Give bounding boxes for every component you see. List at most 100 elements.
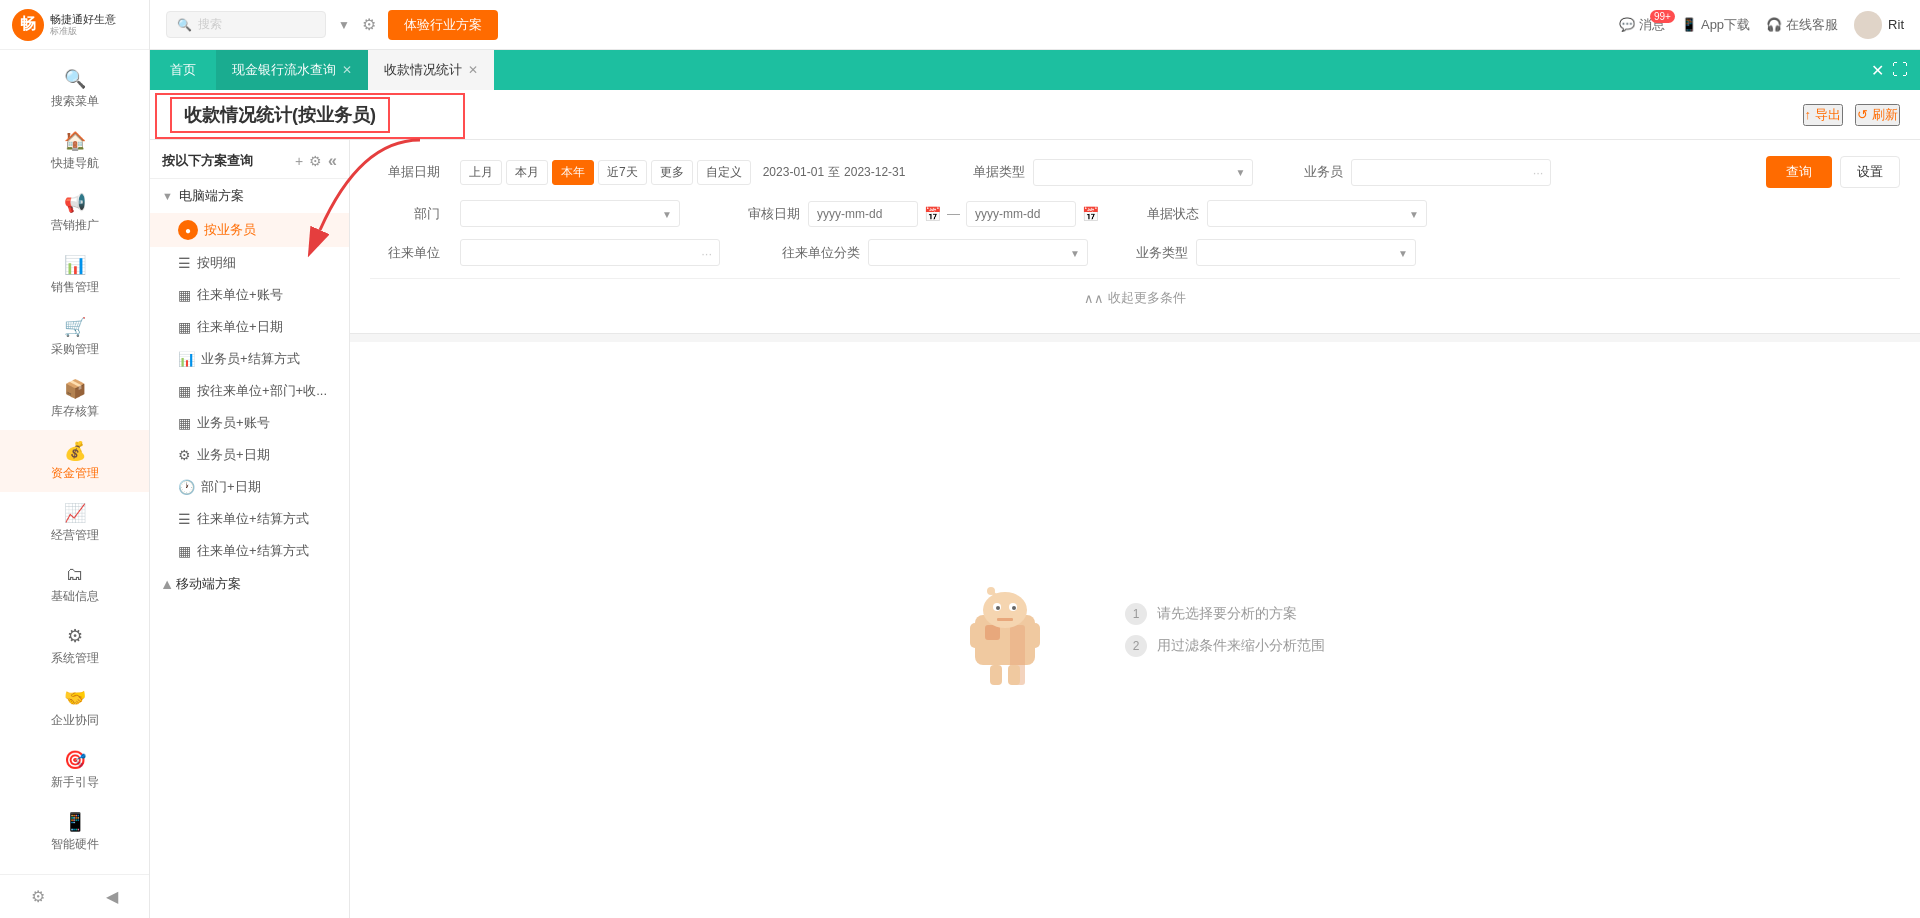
svg-rect-5 (990, 665, 1002, 685)
phone-icon: 📱 (1681, 17, 1697, 32)
sidebar-item-hardware[interactable]: 📱 智能硬件 (0, 801, 149, 863)
scheme-item-unit-account[interactable]: ▦ 往来单位+账号 (150, 279, 349, 311)
topbar-search-box[interactable]: 🔍 搜索 (166, 11, 326, 38)
unit-type-select[interactable] (868, 239, 1088, 266)
sidebar-item-guide[interactable]: 🎯 新手引导 (0, 739, 149, 801)
sidebar-item-marketing[interactable]: 📢 营销推广 (0, 182, 149, 244)
expand-arrow-icon: ▼ (162, 190, 173, 202)
filter-settings-button[interactable]: 设置 (1840, 156, 1900, 188)
date-btn-this-month[interactable]: 本月 (506, 160, 548, 185)
doc-status-select-wrapper (1207, 200, 1427, 227)
sidebar-item-search[interactable]: 🔍 搜索菜单 (0, 58, 149, 120)
date-btn-custom[interactable]: 自定义 (697, 160, 751, 185)
scheme-item-salesman-date[interactable]: ⚙ 业务员+日期 (150, 439, 349, 471)
salesman-input[interactable] (1351, 159, 1551, 186)
doc-type-select[interactable] (1033, 159, 1253, 186)
scheme-item-by-detail[interactable]: ☰ 按明细 (150, 247, 349, 279)
settings-icon: ⚙ (178, 447, 191, 463)
list-icon: ☰ (178, 255, 191, 271)
scheme-item-salesman-account[interactable]: ▦ 业务员+账号 (150, 407, 349, 439)
sidebar-item-basic[interactable]: 🗂 基础信息 (0, 554, 149, 615)
sidebar-collapse-btn[interactable]: ◀ (106, 887, 118, 906)
salesman-group: 业务员 ··· (1293, 159, 1551, 186)
sidebar-item-finance[interactable]: 💰 资金管理 (0, 430, 149, 492)
logo-area: 畅 畅捷通好生意 标准版 (0, 0, 149, 50)
doc-status-select[interactable] (1207, 200, 1427, 227)
dropdown-arrow-icon[interactable]: ▼ (338, 18, 350, 32)
salesman-more-icon[interactable]: ··· (1533, 165, 1544, 180)
sidebar-item-quick-nav[interactable]: 🏠 快捷导航 (0, 120, 149, 182)
sidebar-item-system[interactable]: ⚙ 系统管理 (0, 615, 149, 677)
collapse-icon: ∧∧ (1084, 291, 1104, 306)
unit-input[interactable] (460, 239, 720, 266)
tab-close-bank-flow[interactable]: ✕ (342, 63, 352, 77)
query-buttons: 查询 设置 (1766, 156, 1900, 188)
scheme-item-unit-settle2[interactable]: ▦ 往来单位+结算方式 (150, 535, 349, 567)
online-service-button[interactable]: 🎧 在线客服 (1766, 16, 1838, 34)
scheme-item-salesman-settle[interactable]: 📊 业务员+结算方式 (150, 343, 349, 375)
tab-receipt-stats[interactable]: 收款情况统计 ✕ (368, 50, 494, 90)
query-button[interactable]: 查询 (1766, 156, 1832, 188)
date-btn-more[interactable]: 更多 (651, 160, 693, 185)
biz-type-select[interactable] (1196, 239, 1416, 266)
scheme-item-unit-dept-collect[interactable]: ▦ 按往来单位+部门+收... (150, 375, 349, 407)
sidebar-item-purchase[interactable]: 🛒 采购管理 (0, 306, 149, 368)
date-btn-7days[interactable]: 近7天 (598, 160, 647, 185)
app-download-button[interactable]: 📱 App下载 (1681, 16, 1750, 34)
salesman-label: 业务员 (1293, 163, 1343, 181)
grid-icon2: ▦ (178, 319, 191, 335)
mobile-scheme-title[interactable]: ▶ 移动端方案 (150, 567, 349, 601)
svg-point-10 (996, 606, 1000, 610)
scheme-item-unit-date[interactable]: ▦ 往来单位+日期 (150, 311, 349, 343)
trial-button[interactable]: 体验行业方案 (388, 10, 498, 40)
sidebar-item-sales[interactable]: 📊 销售管理 (0, 244, 149, 306)
review-date-from[interactable] (808, 201, 918, 227)
marketing-icon: 📢 (64, 192, 86, 214)
sidebar-item-enterprise[interactable]: 🤝 企业协同 (0, 677, 149, 739)
scheme-item-by-salesman[interactable]: ● 按业务员 (150, 213, 349, 247)
sidebar-item-inventory[interactable]: 📦 库存核算 (0, 368, 149, 430)
sidebar-settings-btn[interactable]: ⚙ (31, 887, 45, 906)
empty-step-1: 1 请先选择要分析的方案 (1125, 603, 1325, 625)
scheme-item-dept-date[interactable]: 🕐 部门+日期 (150, 471, 349, 503)
add-scheme-button[interactable]: + (295, 153, 303, 169)
unit-input-wrapper: ··· (460, 239, 720, 266)
headset-icon: 🎧 (1766, 17, 1782, 32)
mobile-scheme-group: ▶ 移动端方案 (150, 567, 349, 601)
date-btn-this-year[interactable]: 本年 (552, 160, 594, 185)
sidebar-item-wechat[interactable]: 💬 企业微信 (0, 863, 149, 874)
dept-select[interactable] (460, 200, 680, 227)
tab-bank-flow[interactable]: 现金银行流水查询 ✕ (216, 50, 368, 90)
list-icon2: ☰ (178, 511, 191, 527)
page-actions: ↑ 导出 ↺ 刷新 (1803, 104, 1901, 126)
tab-expand-icon[interactable]: ⛶ (1892, 61, 1908, 79)
date-btn-last-month[interactable]: 上月 (460, 160, 502, 185)
right-panel: 单据日期 上月 本月 本年 近7天 更多 自定义 2023-01-01 (350, 140, 1920, 918)
desktop-scheme-title[interactable]: ▼ 电脑端方案 (150, 179, 349, 213)
guide-icon: 🎯 (64, 749, 86, 771)
biz-type-group: 业务类型 (1128, 239, 1416, 266)
date-label: 单据日期 (370, 163, 440, 181)
user-area[interactable]: Rit (1854, 11, 1904, 39)
review-date-label: 审核日期 (740, 205, 800, 223)
tab-close-receipt-stats[interactable]: ✕ (468, 63, 478, 77)
inventory-icon: 📦 (64, 378, 86, 400)
message-button[interactable]: 💬 消息 99+ (1619, 16, 1665, 34)
title-container: 收款情况统计(按业务员) (170, 97, 390, 133)
scheme-settings-button[interactable]: ⚙ (309, 153, 322, 169)
table-icon3: ▦ (178, 543, 191, 559)
unit-more-icon[interactable]: ··· (701, 245, 712, 260)
review-date-to[interactable] (966, 201, 1076, 227)
export-button[interactable]: ↑ 导出 (1803, 104, 1844, 126)
sidebar-item-operation[interactable]: 📈 经营管理 (0, 492, 149, 554)
panel-collapse-button[interactable]: « (328, 152, 337, 170)
refresh-button[interactable]: ↺ 刷新 (1855, 104, 1900, 126)
tab-close-all-icon[interactable]: ✕ (1871, 61, 1884, 80)
empty-step-2: 2 用过滤条件来缩小分析范围 (1125, 635, 1325, 657)
tab-home[interactable]: 首页 (150, 50, 216, 90)
scheme-item-unit-settle1[interactable]: ☰ 往来单位+结算方式 (150, 503, 349, 535)
topbar-gear-icon[interactable]: ⚙ (362, 15, 376, 34)
collapse-more-button[interactable]: ∧∧ 收起更多条件 (370, 278, 1900, 317)
topbar-right: 💬 消息 99+ 📱 App下载 🎧 在线客服 Rit (1619, 11, 1904, 39)
grid-icon: ▦ (178, 287, 191, 303)
